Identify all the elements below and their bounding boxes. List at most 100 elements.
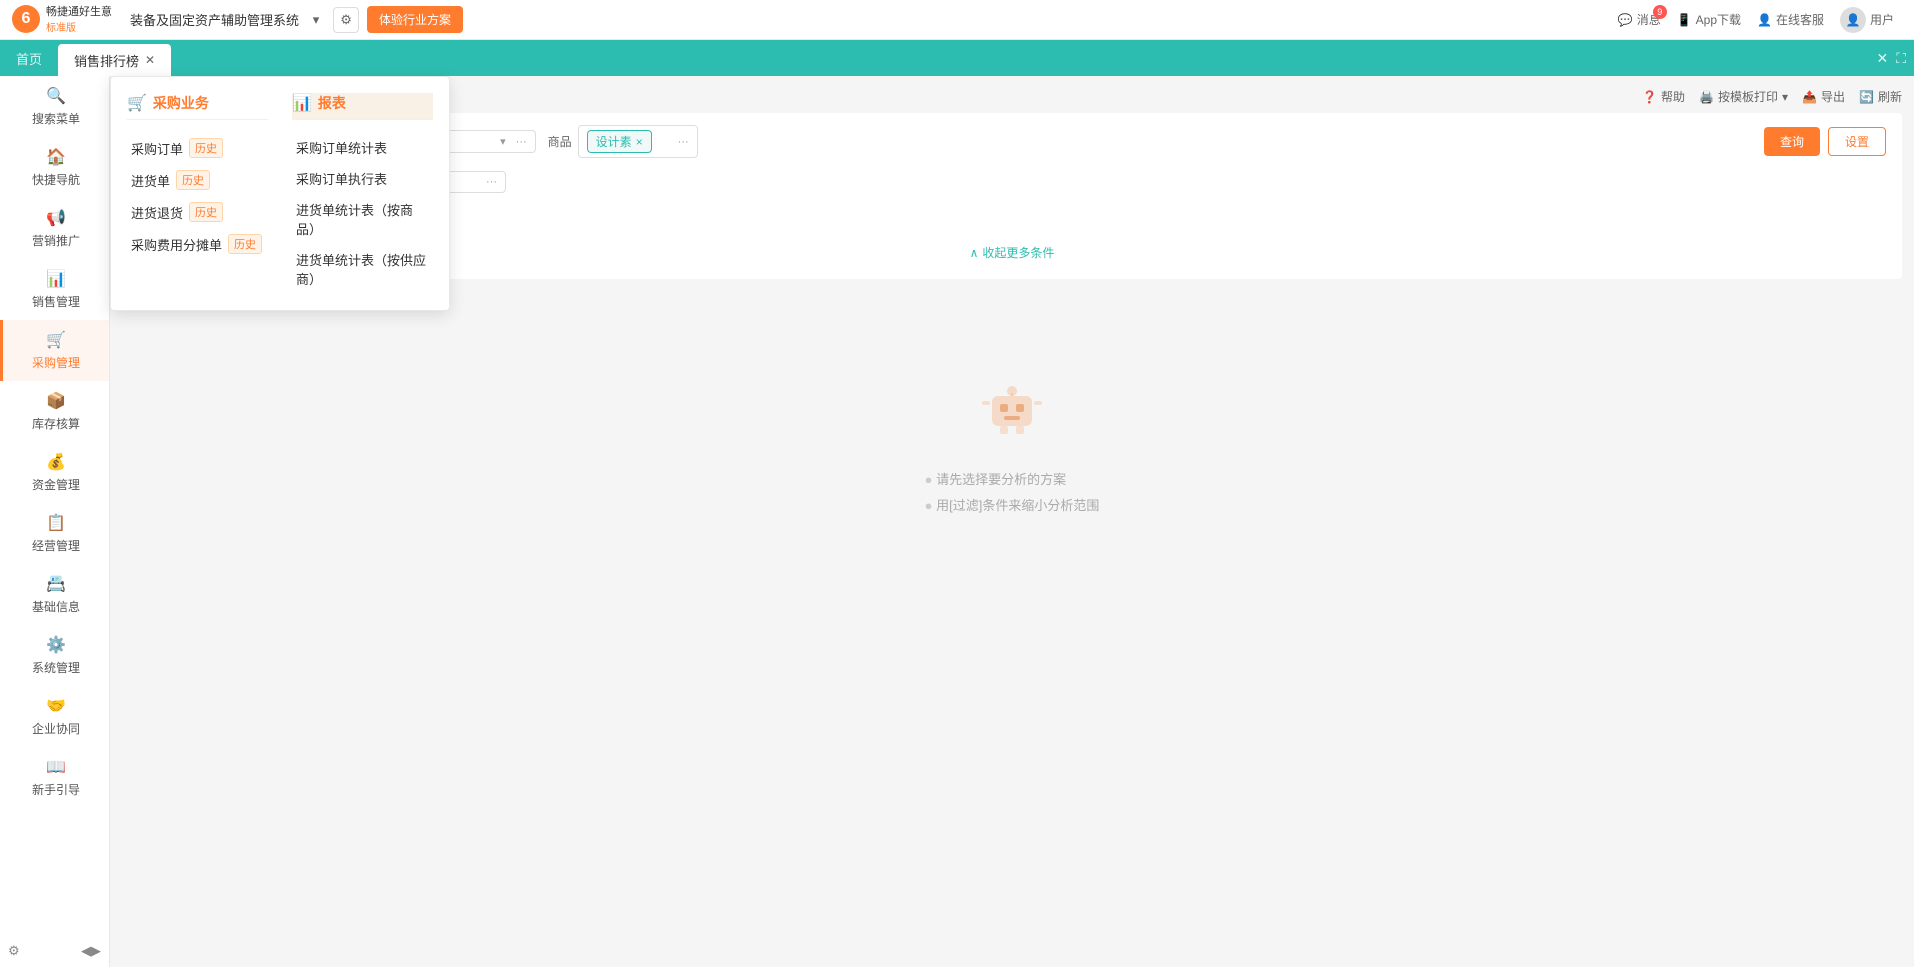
purchase-column: 🛒 采购业务 采购订单 历史 进货单 历史 进货退货 历史 采购费用分摊单 历史 [127,93,268,294]
tab-fullscreen-icon[interactable]: ⛶ [1896,50,1906,67]
sales-icon: 📊 [46,269,66,289]
dropdown-columns: 🛒 采购业务 采购订单 历史 进货单 历史 进货退货 历史 采购费用分摊单 历史 [127,93,433,294]
empty-tip-2: 用[过滤]条件来缩小分析范围 [925,493,1100,519]
dropdown-item-goods-receipt[interactable]: 进货单 历史 [127,164,268,196]
print-dropdown-icon[interactable]: ▾ [1782,90,1788,104]
sidebar-item-basic-info[interactable]: 📇 基础信息 [0,564,109,625]
enterprise-icon: 🤝 [46,696,66,716]
empty-tips: 请先选择要分析的方案 用[过滤]条件来缩小分析范围 [925,467,1100,519]
print-icon: 🖨️ [1699,90,1714,104]
marketing-icon: 📢 [46,208,66,228]
refresh-button[interactable]: 🔄 刷新 [1859,88,1902,105]
export-button[interactable]: 📤 导出 [1802,88,1845,105]
message-icon: 💬 [1618,13,1633,27]
goods-label: 商品 [548,133,572,150]
logo-edition: 标准版 [46,19,112,34]
dropdown-item-goods-by-product[interactable]: 进货单统计表（按商品） [292,194,433,244]
export-icon: 📤 [1802,90,1817,104]
purchase-column-title: 采购业务 [153,93,209,113]
empty-state: 请先选择要分析的方案 用[过滤]条件来缩小分析范围 [122,291,1902,599]
finance-icon: 💰 [46,452,66,472]
online-service-button[interactable]: 👤 在线客服 [1757,11,1824,28]
goods-filter-item: 商品 设计素 × ··· [548,125,698,158]
goods-by-product-label: 进货单统计表（按商品） [296,200,429,238]
tab-close-button[interactable]: ✕ [145,53,155,67]
service-icon: 👤 [1757,13,1772,27]
online-service-label: 在线客服 [1776,11,1824,28]
report-column-title: 报表 [318,93,346,113]
sidebar: 🔍 搜索菜单 🏠 快捷导航 📢 营销推广 📊 销售管理 🛒 采购管理 📦 库存核… [0,76,110,967]
query-button[interactable]: 查询 [1764,127,1820,156]
empty-illustration [972,371,1052,451]
sidebar-item-finance[interactable]: 💰 资金管理 [0,442,109,503]
sidebar-item-search[interactable]: 🔍 搜索菜单 [0,76,109,137]
sidebar-item-guide[interactable]: 📖 新手引导 [0,747,109,808]
header-middle: 装备及固定资产辅助管理系统 ▾ ⚙ 体验行业方案 [122,6,1618,33]
tab-sales-ranking-label: 销售排行榜 [74,51,139,70]
help-button[interactable]: ❓ 帮助 [1642,88,1685,105]
sidebar-label-navigation: 快捷导航 [32,171,80,188]
help-icon: ❓ [1642,90,1657,104]
header-right: 💬 消息 9 📱 App下载 👤 在线客服 👤 用户 [1618,7,1902,33]
goods-by-supplier-label: 进货单统计表（按供应商） [296,250,429,288]
history-tag-goods-receipt: 历史 [176,170,210,190]
goods-select[interactable]: 设计素 × ··· [578,125,698,158]
header-settings-button[interactable]: ⚙ [333,7,359,33]
collapse-label: 收起更多条件 [982,244,1054,261]
sidebar-item-enterprise[interactable]: 🤝 企业协同 [0,686,109,747]
print-label: 按模板打印 [1718,88,1778,105]
message-button[interactable]: 💬 消息 9 [1618,11,1661,28]
sidebar-label-enterprise: 企业协同 [32,720,80,737]
sidebar-bottom: ⚙ ◀▶ [0,935,109,967]
goods-receipt-label: 进货单 [131,171,170,190]
purchase-icon: 🛒 [46,330,66,350]
goods-tag: 设计素 × [587,130,652,153]
logo-area: 6 畅捷通好生意 标准版 [12,5,122,34]
purchase-dropdown-menu: 🛒 采购业务 采购订单 历史 进货单 历史 进货退货 历史 采购费用分摊单 历史 [110,76,450,311]
refresh-icon: 🔄 [1859,90,1874,104]
avatar: 👤 [1840,7,1866,33]
export-label: 导出 [1821,88,1845,105]
refresh-label: 刷新 [1878,88,1902,105]
history-tag-goods-return: 历史 [189,202,223,222]
tab-sales-ranking[interactable]: 销售排行榜 ✕ [58,44,171,76]
dropdown-item-goods-by-supplier[interactable]: 进货单统计表（按供应商） [292,244,433,294]
settings-button[interactable]: 设置 [1828,127,1886,156]
goods-return-label: 进货退货 [131,203,183,222]
dropdown-item-goods-return[interactable]: 进货退货 历史 [127,196,268,228]
system-icon: ⚙️ [46,635,66,655]
top-header: 6 畅捷通好生意 标准版 装备及固定资产辅助管理系统 ▾ ⚙ 体验行业方案 💬 … [0,0,1914,40]
collapse-icon: ∧ [970,246,979,260]
sidebar-label-guide: 新手引导 [32,781,80,798]
user-button[interactable]: 👤 用户 [1840,7,1894,33]
goods-tag-close[interactable]: × [636,135,643,149]
app-download-button[interactable]: 📱 App下载 [1677,11,1741,28]
tab-close-all-icon[interactable]: ✕ [1876,50,1888,67]
dropdown-item-purchase-order-exec[interactable]: 采购订单执行表 [292,163,433,194]
purchase-header-icon: 🛒 [127,93,147,113]
inventory-icon: 📦 [46,391,66,411]
dropdown-item-purchase-order[interactable]: 采购订单 历史 [127,132,268,164]
sidebar-item-navigation[interactable]: 🏠 快捷导航 [0,137,109,198]
sidebar-collapse-icon[interactable]: ◀▶ [81,943,101,959]
sidebar-item-purchase[interactable]: 🛒 采购管理 [0,320,109,381]
operations-icon: 📋 [46,513,66,533]
sidebar-settings-icon[interactable]: ⚙ [8,943,20,959]
sidebar-item-operations[interactable]: 📋 经营管理 [0,503,109,564]
system-dropdown-button[interactable]: ▾ [307,11,325,29]
sidebar-label-purchase: 采购管理 [32,354,80,371]
sidebar-label-operations: 经营管理 [32,537,80,554]
dropdown-item-purchase-order-stat[interactable]: 采购订单统计表 [292,132,433,163]
print-button[interactable]: 🖨️ 按模板打印 ▾ [1699,88,1788,105]
history-tag-purchase-order: 历史 [189,138,223,158]
logo-icon: 6 [12,5,40,33]
sidebar-item-inventory[interactable]: 📦 库存核算 [0,381,109,442]
sidebar-item-system[interactable]: ⚙️ 系统管理 [0,625,109,686]
purchase-expense-label: 采购费用分摊单 [131,235,222,254]
sidebar-item-sales[interactable]: 📊 销售管理 [0,259,109,320]
dropdown-item-purchase-expense[interactable]: 采购费用分摊单 历史 [127,228,268,260]
tab-home[interactable]: 首页 [0,40,58,76]
purchase-order-exec-label: 采购订单执行表 [296,169,387,188]
sidebar-item-marketing[interactable]: 📢 营销推广 [0,198,109,259]
industry-button[interactable]: 体验行业方案 [367,6,463,33]
